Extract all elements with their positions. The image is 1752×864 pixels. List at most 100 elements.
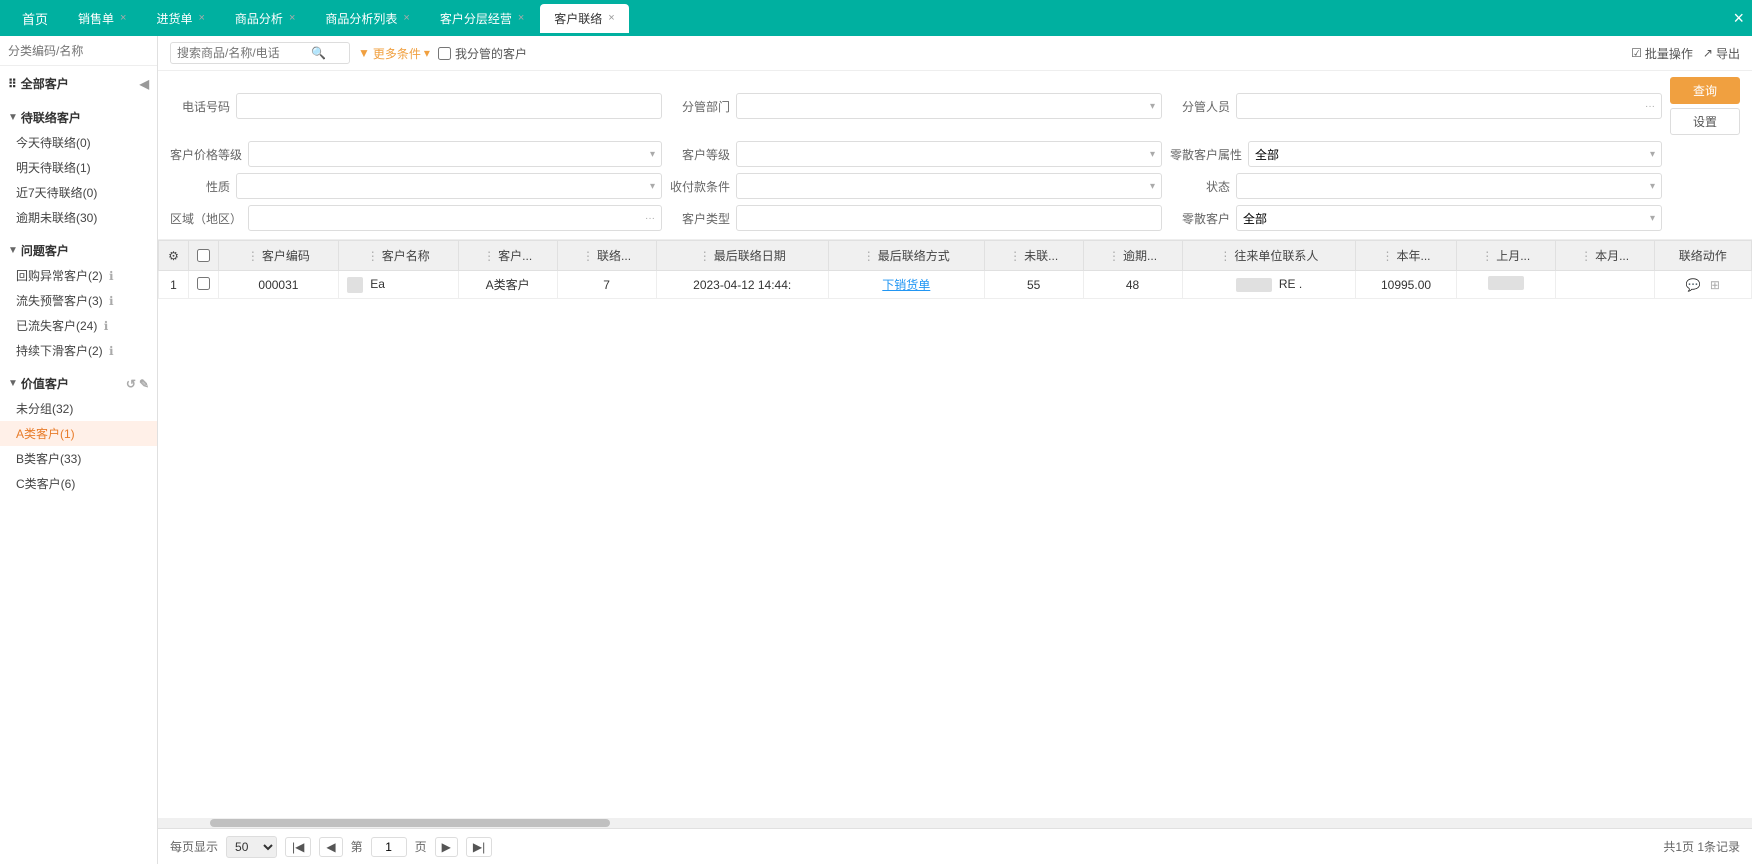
refresh-icon[interactable]: ↺ xyxy=(126,377,136,391)
horizontal-scrollbar[interactable] xyxy=(158,818,1752,828)
settings-button[interactable]: 设置 xyxy=(1670,108,1740,135)
payment-select[interactable]: ▾ xyxy=(736,173,1162,199)
col-last-contact-date: ⋮最后联络日期 xyxy=(656,241,828,271)
scrollbar-thumb[interactable] xyxy=(210,819,610,827)
nature-caret-icon: ▾ xyxy=(650,181,655,192)
batch-icon: ☑ xyxy=(1631,46,1642,60)
sort-icon-11: ⋮ xyxy=(1481,249,1493,263)
sidebar-item-repurchase-anomaly[interactable]: 回购异常客户(2) ℹ xyxy=(0,263,157,288)
sidebar-item-7days[interactable]: 近7天待联络(0) xyxy=(0,180,157,205)
filter-toolbar: 🔍 ▼ 更多条件 ▾ 我分管的客户 ☑ 批量操作 ↗ 导出 xyxy=(158,36,1752,71)
cell-last-contact-method[interactable]: 下销货单 xyxy=(828,271,984,299)
col-last-month: ⋮上月... xyxy=(1456,241,1555,271)
per-page-select[interactable]: 50 100 200 xyxy=(226,836,277,858)
search-icon[interactable]: 🔍 xyxy=(311,46,326,60)
pagination-bar: 每页显示 50 100 200 |◀ ◀ 第 页 ▶ ▶| 共1页 1条记录 xyxy=(158,828,1752,864)
price-level-label: 客户价格等级 xyxy=(170,146,242,163)
collapse-sidebar-icon[interactable]: ◀ xyxy=(140,77,149,91)
cell-no-contact-days: 55 xyxy=(984,271,1083,299)
close-purchase-tab[interactable]: × xyxy=(198,12,204,24)
close-all-button[interactable]: × xyxy=(1733,8,1744,29)
value-group-header[interactable]: ▼ 价值客户 ↺ ✎ xyxy=(0,371,157,396)
problem-group-header[interactable]: ▼ 问题客户 xyxy=(0,238,157,263)
close-analysis-tab[interactable]: × xyxy=(289,12,295,24)
sidebar-all-customers-section: ⠿ 全部客户 ◀ xyxy=(0,66,157,101)
batch-ops-button[interactable]: ☑ 批量操作 xyxy=(1631,45,1693,62)
close-sales-tab[interactable]: × xyxy=(120,12,126,24)
dept-select[interactable]: ▾ xyxy=(736,93,1162,119)
cell-customer-code: 000031 xyxy=(219,271,339,299)
chat-icon[interactable]: 💬 xyxy=(1686,278,1701,292)
price-caret-icon: ▾ xyxy=(650,149,655,160)
pending-group-header[interactable]: ▼ 待联络客户 xyxy=(0,105,157,130)
close-segment-tab[interactable]: × xyxy=(518,12,524,24)
nav-tab-analysis-list[interactable]: 商品分析列表 × xyxy=(311,4,423,33)
nav-tab-purchase[interactable]: 进货单 × xyxy=(142,4,218,33)
nav-tab-analysis[interactable]: 商品分析 × xyxy=(221,4,309,33)
status-select[interactable]: ▾ xyxy=(1236,173,1662,199)
area-select[interactable]: ··· xyxy=(248,205,662,231)
col-customer-code: ⋮客户编码 xyxy=(219,241,339,271)
sidebar-item-class-c[interactable]: C类客户(6) xyxy=(0,471,157,496)
nav-tab-sales[interactable]: 销售单 × xyxy=(64,4,140,33)
sidebar-search-input[interactable] xyxy=(8,44,158,58)
sidebar-search-box: 🔍 xyxy=(0,36,157,66)
qr-icon[interactable]: ⊞ xyxy=(1710,278,1720,292)
sidebar-item-churned[interactable]: 已流失客户(24) ℹ xyxy=(0,313,157,338)
more-filters-button[interactable]: ▼ 更多条件 ▾ xyxy=(358,45,430,62)
edit-icon[interactable]: ✎ xyxy=(139,377,149,391)
phone-field: 电话号码 xyxy=(170,93,662,119)
retail-customer-select[interactable]: 全部 ▾ xyxy=(1236,205,1662,231)
sidebar-item-tomorrow[interactable]: 明天待联络(1) xyxy=(0,155,157,180)
retail-attr-select[interactable]: 全部 ▾ xyxy=(1248,141,1662,167)
price-level-select[interactable]: ▾ xyxy=(248,141,662,167)
cell-customer-name[interactable]: Ea xyxy=(338,271,458,299)
settings-col-icon[interactable]: ⚙ xyxy=(168,249,179,263)
sidebar-item-overdue[interactable]: 逾期未联络(30) xyxy=(0,205,157,230)
row-checkbox[interactable] xyxy=(197,277,210,290)
close-contact-tab[interactable]: × xyxy=(608,12,614,24)
value-customers-section: ▼ 价值客户 ↺ ✎ 未分组(32) A类客户(1) B类客户(33) C类客户… xyxy=(0,367,157,500)
search-input[interactable] xyxy=(177,46,307,60)
my-customers-checkbox[interactable]: 我分管的客户 xyxy=(438,45,527,62)
manager-select[interactable]: ··· xyxy=(1236,93,1662,119)
col-contact-count: ⋮联络... xyxy=(557,241,656,271)
customer-table: ⚙ ⋮客户编码 ⋮客户名称 ⋮客户... xyxy=(158,240,1752,299)
col-settings[interactable]: ⚙ xyxy=(159,241,189,271)
close-analysis-list-tab[interactable]: × xyxy=(403,12,409,24)
sidebar-item-today[interactable]: 今天待联络(0) xyxy=(0,130,157,155)
select-all-checkbox[interactable] xyxy=(197,249,210,262)
nav-tab-customer-contact[interactable]: 客户联络 × xyxy=(540,4,628,33)
query-button[interactable]: 查询 xyxy=(1670,77,1740,104)
page-number-input[interactable] xyxy=(371,837,407,857)
export-button[interactable]: ↗ 导出 xyxy=(1703,45,1740,62)
sidebar-item-class-b[interactable]: B类客户(33) xyxy=(0,446,157,471)
customer-type-select[interactable] xyxy=(736,205,1162,231)
filter-row-3: 性质 ▾ 收付款条件 ▾ 状态 xyxy=(170,173,1740,199)
nav-tab-customer-segment[interactable]: 客户分层经营 × xyxy=(426,4,538,33)
customer-level-field: 客户等级 ▾ xyxy=(670,141,1162,167)
cell-last-month xyxy=(1456,271,1555,299)
cell-contact-count: 7 xyxy=(557,271,656,299)
price-level-field: 客户价格等级 ▾ xyxy=(170,141,662,167)
last-page-button[interactable]: ▶| xyxy=(466,837,492,857)
sidebar-item-unclassified[interactable]: 未分组(32) xyxy=(0,396,157,421)
export-icon: ↗ xyxy=(1703,46,1713,60)
my-customers-check[interactable] xyxy=(438,47,451,60)
next-page-button[interactable]: ▶ xyxy=(435,837,458,857)
first-page-button[interactable]: |◀ xyxy=(285,837,311,857)
sidebar-item-declining[interactable]: 持续下滑客户(2) ℹ xyxy=(0,338,157,363)
sort-icon-6: ⋮ xyxy=(863,249,875,263)
info-icon-4: ℹ xyxy=(109,344,114,358)
nav-home[interactable]: 首页 xyxy=(8,3,62,34)
manager-label: 分管人员 xyxy=(1170,98,1230,115)
customer-level-select[interactable]: ▾ xyxy=(736,141,1162,167)
problem-customers-section: ▼ 问题客户 回购异常客户(2) ℹ 流失预警客户(3) ℹ 已流失客户(24)… xyxy=(0,234,157,367)
sidebar-item-class-a[interactable]: A类客户(1) xyxy=(0,421,157,446)
prev-page-button[interactable]: ◀ xyxy=(319,837,342,857)
dept-field: 分管部门 ▾ xyxy=(670,93,1162,119)
all-customers-header[interactable]: ⠿ 全部客户 ◀ xyxy=(0,70,157,97)
sidebar-item-churn-warning[interactable]: 流失预警客户(3) ℹ xyxy=(0,288,157,313)
phone-input[interactable] xyxy=(236,93,662,119)
nature-select[interactable]: ▾ xyxy=(236,173,662,199)
